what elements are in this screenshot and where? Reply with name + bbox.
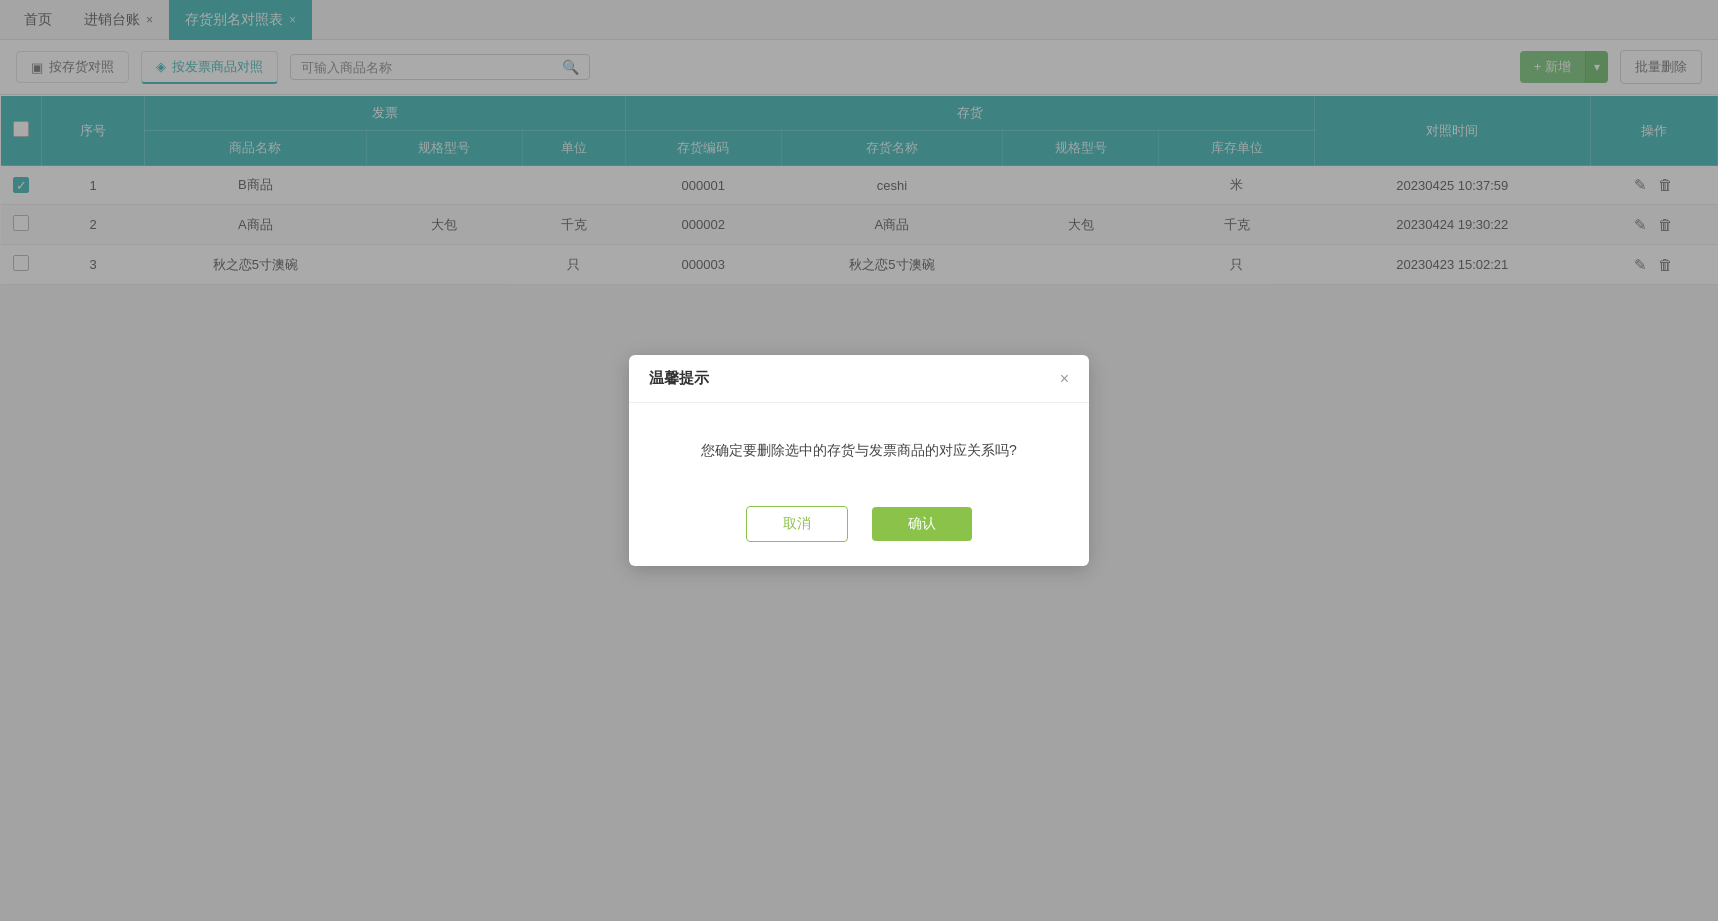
modal-overlay: 温馨提示 × 您确定要删除选中的存货与发票商品的对应关系吗? 取消 确认	[0, 0, 1718, 285]
